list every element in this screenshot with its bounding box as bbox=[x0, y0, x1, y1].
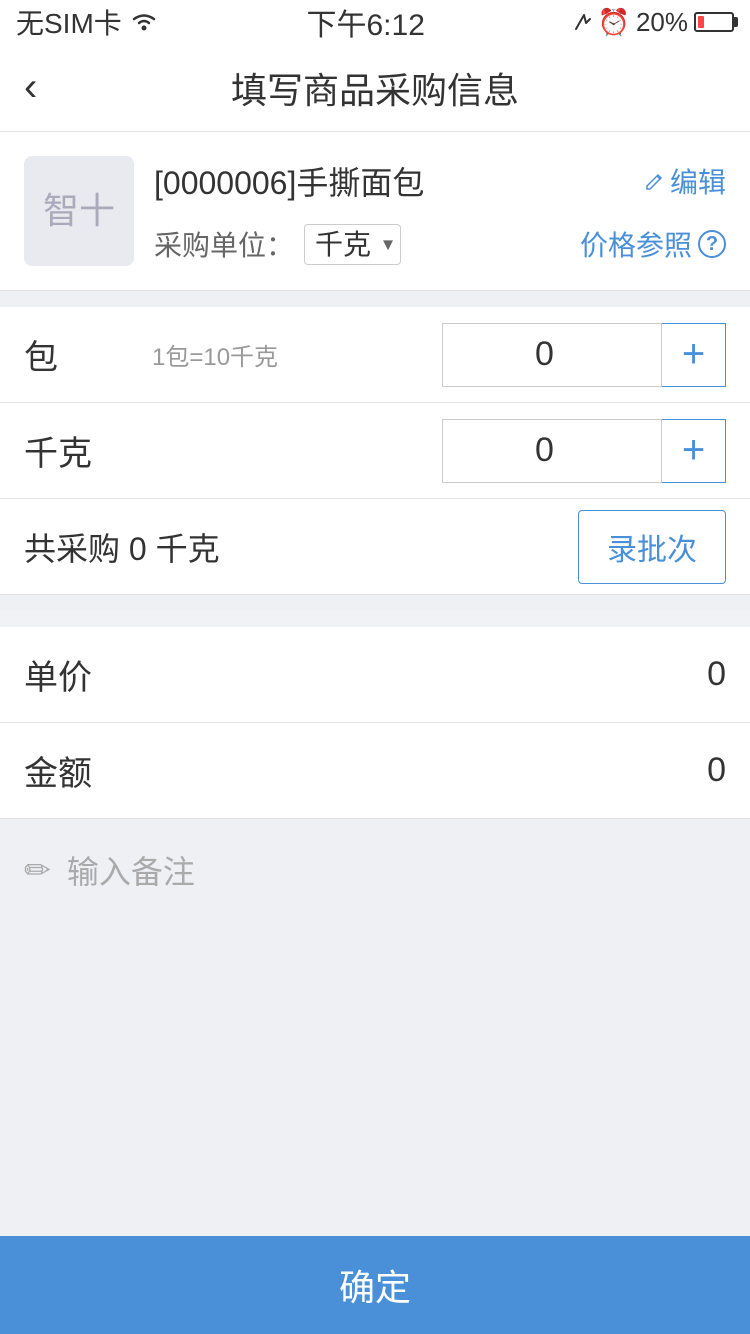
amount-label: 金额 bbox=[24, 746, 707, 795]
product-info: [0000006]手撕面包 编辑 采购单位： 千克 价格参照 bbox=[154, 158, 726, 265]
battery-percent: 20% bbox=[636, 7, 688, 38]
amount-row: 金额 0 bbox=[0, 723, 750, 819]
kg-label: 千克 bbox=[24, 426, 144, 475]
bag-input-row: 包 1包=10千克 + bbox=[0, 307, 750, 403]
total-row: 共采购 0 千克 录批次 bbox=[0, 499, 750, 595]
price-ref-icon: ? bbox=[698, 230, 726, 258]
unit-price-value: 0 bbox=[707, 655, 726, 694]
unit-row: 采购单位： 千克 价格参照 ? bbox=[154, 224, 726, 265]
bag-plus-button[interactable]: + bbox=[662, 323, 726, 387]
wifi-icon bbox=[130, 6, 158, 38]
record-batch-button[interactable]: 录批次 bbox=[578, 510, 726, 584]
bag-label: 包 bbox=[24, 330, 144, 379]
confirm-button[interactable]: 确定 bbox=[0, 1236, 750, 1334]
unit-select-wrap[interactable]: 千克 bbox=[304, 224, 401, 265]
kg-input-right: + bbox=[442, 419, 726, 483]
price-ref-button[interactable]: 价格参照 ? bbox=[580, 224, 726, 264]
kg-input[interactable] bbox=[442, 419, 662, 483]
carrier-label: 无SIM卡 bbox=[16, 2, 122, 42]
bag-input[interactable] bbox=[442, 323, 662, 387]
unit-price-row: 单价 0 bbox=[0, 627, 750, 723]
divider-1 bbox=[0, 291, 750, 307]
divider-2 bbox=[0, 595, 750, 611]
amount-value: 0 bbox=[707, 751, 726, 790]
battery-icon bbox=[694, 12, 734, 32]
price-ref-label: 价格参照 bbox=[580, 224, 692, 264]
confirm-button-label: 确定 bbox=[339, 1259, 411, 1311]
unit-select[interactable]: 千克 bbox=[304, 224, 401, 265]
kg-plus-button[interactable]: + bbox=[662, 419, 726, 483]
bag-sub-label: 1包=10千克 bbox=[152, 337, 442, 372]
edit-button[interactable]: 编辑 bbox=[644, 161, 726, 201]
kg-input-row: 千克 + bbox=[0, 403, 750, 499]
page-title: 填写商品采购信息 bbox=[231, 62, 519, 114]
product-card: 智十 [0000006]手撕面包 编辑 采购单位： 千克 bbox=[0, 132, 750, 291]
product-name-row: [0000006]手撕面包 编辑 bbox=[154, 158, 726, 204]
pencil-icon: ✏ bbox=[24, 851, 51, 889]
alarm-icon: ⏰ bbox=[598, 7, 630, 38]
status-time: 下午6:12 bbox=[306, 0, 424, 44]
location-icon bbox=[574, 7, 592, 38]
back-button[interactable]: ‹ bbox=[24, 65, 37, 110]
status-left: 无SIM卡 bbox=[16, 2, 158, 42]
remarks-section[interactable]: ✏ 输入备注 bbox=[0, 819, 750, 921]
unit-price-label: 单价 bbox=[24, 650, 707, 699]
status-right: ⏰ 20% bbox=[574, 7, 734, 38]
nav-bar: ‹ 填写商品采购信息 bbox=[0, 44, 750, 132]
info-section: 单价 0 金额 0 bbox=[0, 627, 750, 819]
bag-input-right: + bbox=[442, 323, 726, 387]
unit-label: 采购单位： bbox=[154, 224, 294, 264]
status-bar: 无SIM卡 下午6:12 ⏰ 20% bbox=[0, 0, 750, 44]
product-name: [0000006]手撕面包 bbox=[154, 158, 424, 204]
remarks-placeholder: 输入备注 bbox=[67, 847, 195, 893]
input-section: 包 1包=10千克 + 千克 + 共采购 0 千克 录批次 bbox=[0, 307, 750, 595]
product-image: 智十 bbox=[24, 156, 134, 266]
bottom-fill-area bbox=[0, 921, 750, 1261]
product-logo: 智十 bbox=[43, 193, 115, 229]
total-label: 共采购 0 千克 bbox=[24, 524, 578, 570]
